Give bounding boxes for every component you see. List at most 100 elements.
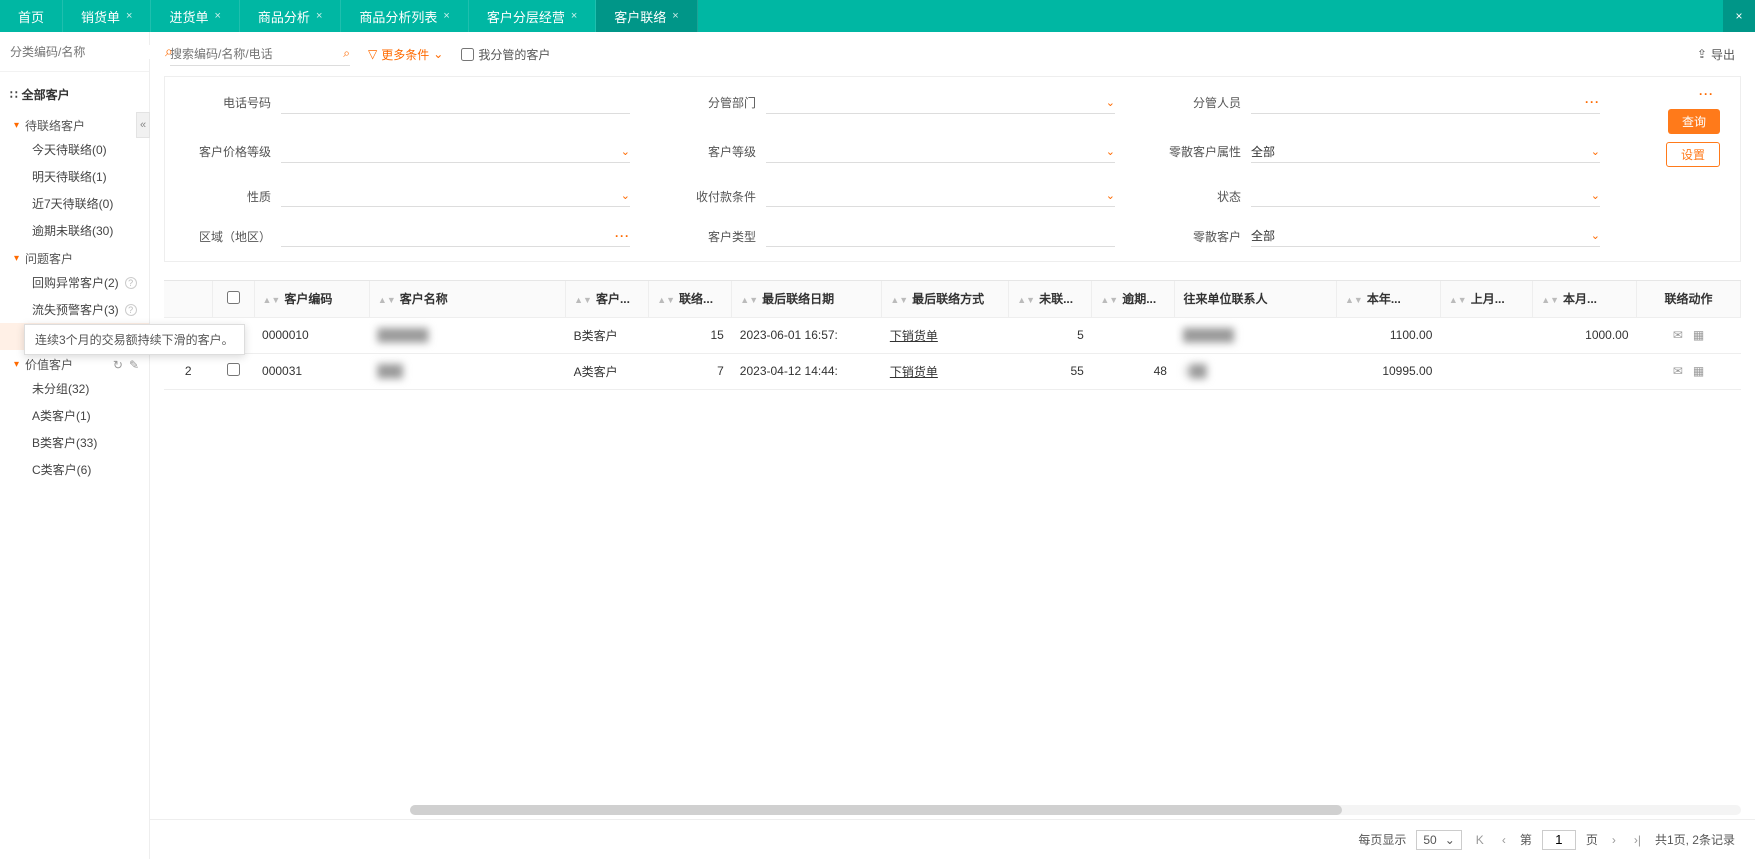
sidebar-item-today[interactable]: 今天待联络(0)	[0, 136, 149, 163]
price-level-field[interactable]: ⌄	[281, 141, 630, 163]
sidebar-group-problem[interactable]: ▾ 问题客户	[0, 244, 149, 269]
close-all-tabs-button[interactable]: ×	[1723, 0, 1755, 32]
col-name[interactable]: ▲▼客户名称	[369, 281, 565, 317]
sidebar-search-input[interactable]	[10, 45, 165, 59]
sort-icon[interactable]: ▲▼	[890, 298, 908, 303]
col-index[interactable]	[164, 281, 212, 317]
close-icon[interactable]: ×	[672, 10, 678, 22]
sidebar-item-overdue[interactable]: 逾期未联络(30)	[0, 217, 149, 244]
table-row[interactable]: 10000010██████B类客户152023-06-01 16:57:下销货…	[164, 317, 1741, 353]
help-icon[interactable]: ?	[125, 277, 137, 289]
tab-home[interactable]: 首页	[0, 0, 63, 32]
col-last-date[interactable]: ▲▼最后联络日期	[732, 281, 882, 317]
edit-icon[interactable]: ✎	[129, 358, 139, 372]
customer-level-field[interactable]: ⌄	[766, 141, 1115, 163]
horizontal-scrollbar[interactable]	[410, 805, 1741, 815]
sidebar-item-class-a[interactable]: A类客户(1)	[0, 402, 149, 429]
chat-icon[interactable]: ✉	[1673, 364, 1683, 378]
query-button[interactable]: 查询	[1668, 109, 1720, 134]
sidebar-collapse-button[interactable]: «	[136, 112, 150, 138]
region-field[interactable]: ···	[281, 225, 630, 247]
sidebar-group-pending[interactable]: ▾ 待联络客户	[0, 111, 149, 136]
col-last-way[interactable]: ▲▼最后联络方式	[882, 281, 1009, 317]
col-code[interactable]: ▲▼客户编码	[254, 281, 369, 317]
col-contact-count[interactable]: ▲▼联络...	[649, 281, 732, 317]
sort-icon[interactable]: ▲▼	[574, 298, 592, 303]
sidebar-item-class-b[interactable]: B类客户(33)	[0, 429, 149, 456]
col-this-month[interactable]: ▲▼本月...	[1533, 281, 1637, 317]
close-icon[interactable]: ×	[316, 10, 322, 22]
help-icon[interactable]: ?	[125, 304, 137, 316]
col-year-amount[interactable]: ▲▼本年...	[1337, 281, 1441, 317]
search-icon[interactable]: ⌕	[165, 43, 173, 60]
col-last-month[interactable]: ▲▼上月...	[1440, 281, 1532, 317]
close-icon[interactable]: ×	[214, 10, 220, 22]
col-no-contact[interactable]: ▲▼未联...	[1009, 281, 1092, 317]
tab-purchase-order[interactable]: 进货单×	[151, 0, 239, 32]
sidebar-all-customers[interactable]: ∷ 全部客户	[0, 78, 149, 111]
retail-attr-field[interactable]: 全部⌄	[1251, 141, 1600, 163]
col-class[interactable]: ▲▼客户...	[566, 281, 649, 317]
scrollbar-thumb[interactable]	[410, 805, 1342, 815]
search-input[interactable]	[170, 43, 343, 65]
my-customers-checkbox-input[interactable]	[461, 48, 474, 61]
my-customers-checkbox[interactable]: 我分管的客户	[461, 46, 550, 63]
status-field[interactable]: ⌄	[1251, 185, 1600, 207]
cell-last-way[interactable]: 下销货单	[882, 317, 1009, 353]
customer-type-field[interactable]	[766, 225, 1115, 247]
page-next-button[interactable]: ›	[1608, 833, 1620, 847]
sort-icon[interactable]: ▲▼	[1541, 298, 1559, 303]
sidebar-item-ungrouped[interactable]: 未分组(32)	[0, 375, 149, 402]
sidebar-item-repurchase-abnormal[interactable]: 回购异常客户(2)?	[0, 269, 149, 296]
export-button[interactable]: ⇪ 导出	[1697, 46, 1735, 63]
sort-icon[interactable]: ▲▼	[740, 298, 758, 303]
col-overdue[interactable]: ▲▼逾期...	[1092, 281, 1175, 317]
select-all-checkbox[interactable]	[227, 291, 240, 304]
more-actions-button[interactable]: ···	[1699, 87, 1714, 101]
sidebar-item-churn-warning[interactable]: 流失预警客户(3)?	[0, 296, 149, 323]
sort-icon[interactable]: ▲▼	[1100, 298, 1118, 303]
close-icon[interactable]: ×	[571, 10, 577, 22]
sort-icon[interactable]: ▲▼	[1017, 298, 1035, 303]
person-field[interactable]: ···	[1251, 92, 1600, 114]
close-icon[interactable]: ×	[443, 10, 449, 22]
page-prev-button[interactable]: ‹	[1498, 833, 1510, 847]
sidebar-item-class-c[interactable]: C类客户(6)	[0, 456, 149, 483]
cell-last-way[interactable]: 下销货单	[882, 353, 1009, 389]
sort-icon[interactable]: ▲▼	[657, 298, 675, 303]
tab-customer-tier[interactable]: 客户分层经营×	[469, 0, 596, 32]
search-icon[interactable]: ⌕	[343, 46, 350, 61]
cell-select[interactable]	[212, 353, 254, 389]
tab-product-analysis[interactable]: 商品分析×	[240, 0, 341, 32]
qr-icon[interactable]: ▦	[1693, 328, 1704, 342]
retail-field[interactable]: 全部⌄	[1251, 225, 1600, 247]
tab-product-analysis-list[interactable]: 商品分析列表×	[341, 0, 468, 32]
col-contact-person[interactable]: 往来单位联系人	[1175, 281, 1337, 317]
sort-icon[interactable]: ▲▼	[1449, 298, 1467, 303]
sort-icon[interactable]: ▲▼	[1345, 298, 1363, 303]
cell-name: ███	[369, 353, 565, 389]
page-first-button[interactable]: K	[1472, 833, 1488, 847]
phone-field[interactable]	[281, 92, 630, 114]
qr-icon[interactable]: ▦	[1693, 364, 1704, 378]
payment-field[interactable]: ⌄	[766, 185, 1115, 207]
page-last-button[interactable]: ›|	[1630, 833, 1645, 847]
dept-field[interactable]: ⌄	[766, 92, 1115, 114]
tab-sales-order[interactable]: 销货单×	[63, 0, 151, 32]
setting-button[interactable]: 设置	[1666, 142, 1720, 167]
close-icon[interactable]: ×	[126, 10, 132, 22]
sidebar-item-tomorrow[interactable]: 明天待联络(1)	[0, 163, 149, 190]
col-select-all[interactable]	[212, 281, 254, 317]
per-page-select[interactable]: 50⌄	[1416, 830, 1461, 850]
row-checkbox[interactable]	[227, 363, 240, 376]
sidebar-item-7days[interactable]: 近7天待联络(0)	[0, 190, 149, 217]
table-row[interactable]: 2000031███A类客户72023-04-12 14:44:下销货单5548…	[164, 353, 1741, 389]
sort-icon[interactable]: ▲▼	[378, 298, 396, 303]
refresh-icon[interactable]: ↻	[113, 358, 123, 372]
sort-icon[interactable]: ▲▼	[263, 298, 281, 303]
nature-field[interactable]: ⌄	[281, 185, 630, 207]
chat-icon[interactable]: ✉	[1673, 328, 1683, 342]
tab-customer-contact[interactable]: 客户联络×	[596, 0, 697, 32]
more-conditions-toggle[interactable]: ▽ 更多条件 ⌄	[368, 46, 443, 63]
page-input[interactable]	[1542, 830, 1576, 850]
